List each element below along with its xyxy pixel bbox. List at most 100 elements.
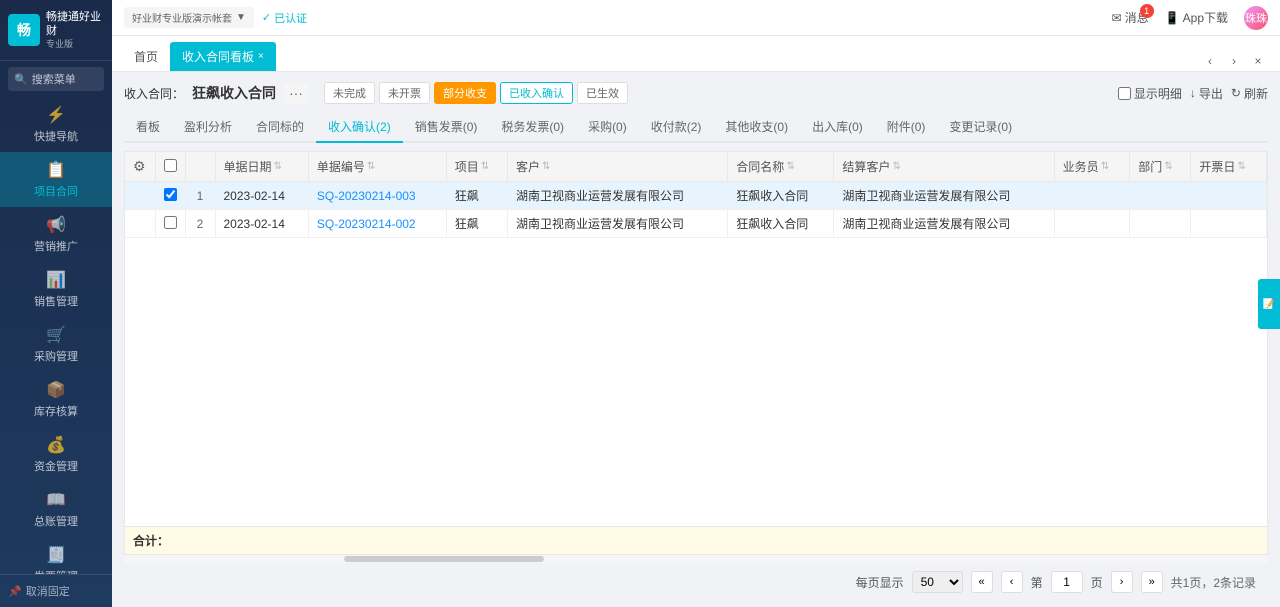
- horizontal-scrollbar[interactable]: [124, 555, 1268, 563]
- more-options-button[interactable]: ···: [284, 83, 308, 103]
- sort-code-icon[interactable]: ⇅: [367, 161, 375, 172]
- message-button[interactable]: ✉ 消息 1: [1112, 9, 1149, 26]
- status-confirmed[interactable]: 已收入确认: [500, 82, 573, 104]
- sidebar-item-project[interactable]: 📋 项目合同: [0, 152, 112, 207]
- select-all-checkbox[interactable]: [164, 159, 177, 172]
- tab-revenue[interactable]: 收入确认(2): [316, 112, 403, 143]
- row2-check: [155, 210, 185, 238]
- company-selector[interactable]: 好业财专业版演示帐套 ▼: [124, 7, 254, 28]
- tab-purchase[interactable]: 采购(0): [576, 112, 639, 143]
- ledger-icon: 📖: [46, 490, 66, 510]
- tab-kanban[interactable]: 看板: [124, 112, 172, 143]
- message-icon: ✉: [1112, 11, 1122, 25]
- page-number-input[interactable]: [1051, 571, 1083, 593]
- tab-tax-invoice[interactable]: 税务发票(0): [489, 112, 576, 143]
- sidebar-item-sales[interactable]: 📊 销售管理: [0, 262, 112, 317]
- float-action-button[interactable]: 📝: [1258, 279, 1280, 329]
- search-menu-button[interactable]: 🔍 搜索菜单: [8, 67, 104, 91]
- th-num: [185, 152, 215, 182]
- sort-salesperson-icon[interactable]: ⇅: [1101, 161, 1109, 172]
- status-effective[interactable]: 已生效: [577, 82, 628, 104]
- next-tab-button[interactable]: ›: [1224, 51, 1244, 71]
- per-page-select[interactable]: 50 100 200: [912, 571, 963, 593]
- row2-num: 2: [185, 210, 215, 238]
- table-container: ⚙ 单据日期 ⇅: [124, 151, 1268, 527]
- prev-tab-button[interactable]: ‹: [1200, 51, 1220, 71]
- sidebar-item-finance[interactable]: 💰 资金管理: [0, 427, 112, 482]
- per-page-label: 每页显示: [856, 574, 904, 591]
- table-row[interactable]: 2 2023-02-14 SQ-20230214-002 狂飙 湖南卫视商业运营…: [125, 210, 1267, 238]
- last-page-button[interactable]: »: [1141, 571, 1163, 593]
- status-partial[interactable]: 部分收支: [434, 82, 496, 104]
- certified-badge: ✓ 已认证: [262, 10, 307, 26]
- tab-storage[interactable]: 出入库(0): [800, 112, 875, 143]
- dropdown-icon: ▼: [236, 12, 246, 23]
- scrollbar-thumb[interactable]: [344, 556, 544, 562]
- tab-payment[interactable]: 收付款(2): [639, 112, 714, 143]
- row1-settle: 湖南卫视商业运营发展有限公司: [834, 182, 1054, 210]
- tab-profit[interactable]: 盈利分析: [172, 112, 244, 143]
- inventory-icon: 📦: [46, 380, 66, 400]
- app-download-button[interactable]: 📱 App下载: [1165, 9, 1228, 26]
- purchase-icon: 🛒: [46, 325, 66, 345]
- th-contract: 合同名称 ⇅: [728, 152, 834, 182]
- page-label-prefix: 第: [1031, 574, 1043, 591]
- prev-page-button[interactable]: ‹: [1001, 571, 1023, 593]
- sort-dept-icon[interactable]: ⇅: [1164, 161, 1172, 172]
- sidebar-item-quicknav[interactable]: ⚡ 快捷导航: [0, 97, 112, 152]
- status-incomplete[interactable]: 未完成: [324, 82, 375, 104]
- row2-dept: [1130, 210, 1191, 238]
- sidebar-item-ledger[interactable]: 📖 总账管理: [0, 482, 112, 537]
- tab-close-button[interactable]: ×: [258, 51, 264, 62]
- show-details-toggle[interactable]: 显示明细: [1118, 85, 1182, 102]
- contract-prefix: 收入合同：: [124, 85, 184, 102]
- status-buttons: 未完成 未开票 部分收支 已收入确认 已生效: [324, 82, 628, 104]
- pagination: 每页显示 50 100 200 « ‹ 第 页 › » 共1页，2条记录: [124, 563, 1268, 597]
- row1-contract: 狂飙收入合同: [728, 182, 834, 210]
- row2-checkbox[interactable]: [164, 216, 177, 229]
- column-settings-icon[interactable]: ⚙: [133, 158, 146, 174]
- th-code: 单据编号 ⇅: [308, 152, 446, 182]
- row1-billdate: [1191, 182, 1267, 210]
- row2-code: SQ-20230214-002: [308, 210, 446, 238]
- sidebar-item-inventory[interactable]: 📦 库存核算: [0, 372, 112, 427]
- show-details-checkbox[interactable]: [1118, 87, 1131, 100]
- sort-contract-icon[interactable]: ⇅: [786, 161, 794, 172]
- row1-checkbox[interactable]: [164, 188, 177, 201]
- project-icon: 📋: [46, 160, 66, 180]
- table-row[interactable]: 1 2023-02-14 SQ-20230214-003 狂飙 湖南卫视商业运营…: [125, 182, 1267, 210]
- tab-other[interactable]: 其他收支(0): [713, 112, 800, 143]
- sort-settle-icon[interactable]: ⇅: [892, 161, 900, 172]
- next-page-button[interactable]: ›: [1111, 571, 1133, 593]
- tab-sales-invoice[interactable]: 销售发票(0): [403, 112, 490, 143]
- tab-changes[interactable]: 变更记录(0): [937, 112, 1024, 143]
- first-page-button[interactable]: «: [971, 571, 993, 593]
- row1-code-link[interactable]: SQ-20230214-003: [317, 189, 416, 203]
- tab-contract-subject[interactable]: 合同标的: [244, 112, 316, 143]
- marketing-icon: 📢: [46, 215, 66, 235]
- refresh-button[interactable]: ↻ 刷新: [1231, 85, 1268, 102]
- row2-settle: 湖南卫视商业运营发展有限公司: [834, 210, 1054, 238]
- home-tab[interactable]: 首页: [124, 42, 168, 71]
- sort-billdate-icon[interactable]: ⇅: [1237, 161, 1245, 172]
- row2-code-link[interactable]: SQ-20230214-002: [317, 217, 416, 231]
- export-button[interactable]: ↓ 导出: [1190, 85, 1223, 102]
- sort-date-icon[interactable]: ⇅: [274, 161, 282, 172]
- tab-attachment[interactable]: 附件(0): [875, 112, 938, 143]
- user-avatar[interactable]: 珠珠: [1244, 6, 1268, 30]
- refresh-icon: ↻: [1231, 86, 1241, 100]
- topbar: 好业财专业版演示帐套 ▼ ✓ 已认证 ✉ 消息 1 📱 App下载 珠珠: [112, 0, 1280, 36]
- sidebar-item-invoice[interactable]: 🧾 发票管理: [0, 537, 112, 574]
- message-badge: 1: [1140, 4, 1154, 18]
- status-uninvoiced[interactable]: 未开票: [379, 82, 430, 104]
- active-tab[interactable]: 收入合同看板 ×: [170, 42, 276, 71]
- sidebar-item-purchase[interactable]: 🛒 采购管理: [0, 317, 112, 372]
- pin-icon: 📌: [8, 585, 22, 598]
- sort-customer-icon[interactable]: ⇅: [542, 161, 550, 172]
- row1-customer: 湖南卫视商业运营发展有限公司: [507, 182, 727, 210]
- sidebar-item-marketing[interactable]: 📢 营销推广: [0, 207, 112, 262]
- sort-project-icon[interactable]: ⇅: [481, 161, 489, 172]
- close-tab-button[interactable]: ×: [1248, 51, 1268, 71]
- search-section: 🔍 搜索菜单: [0, 61, 112, 97]
- unpin-button[interactable]: 📌 取消固定: [0, 574, 112, 607]
